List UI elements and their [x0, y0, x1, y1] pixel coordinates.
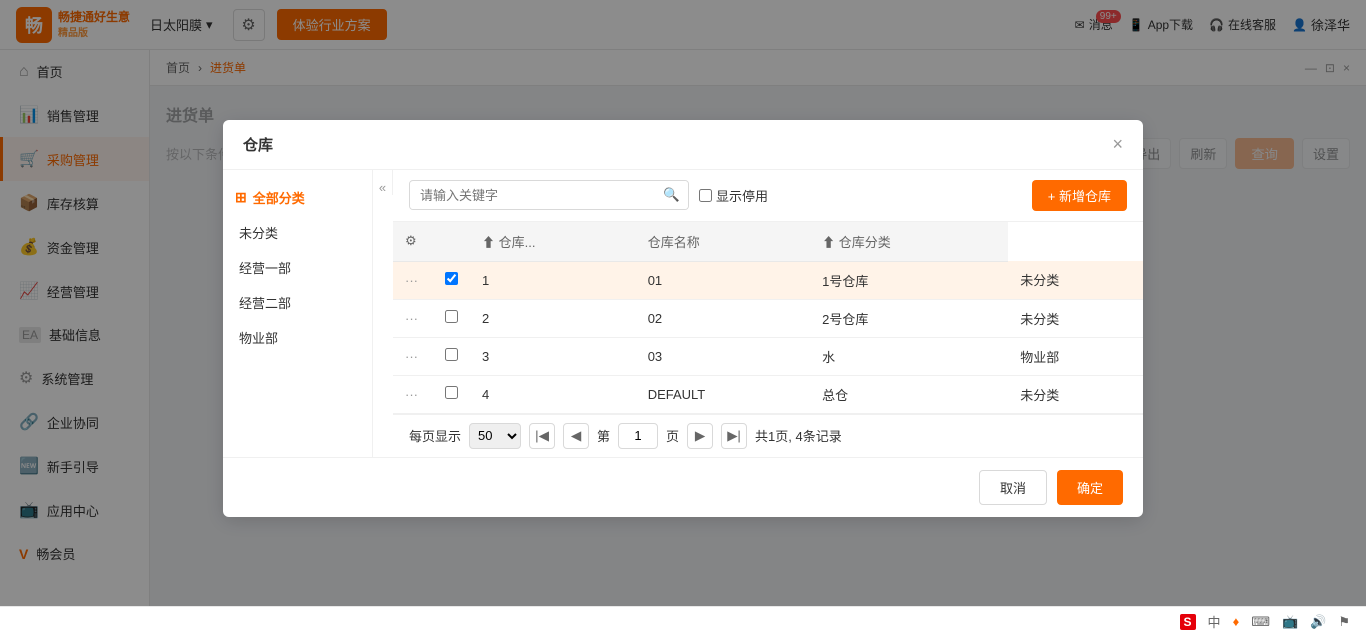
category-item-property[interactable]: 物业部	[223, 320, 372, 355]
category-sidebar: ⊞ 全部分类 未分类 经营一部 经营二部 物业部	[223, 170, 373, 457]
per-page-label: 每页显示	[409, 426, 461, 445]
next-page-btn[interactable]: ▶	[687, 423, 713, 449]
row-name: 1号仓库	[810, 261, 1008, 299]
table-row[interactable]: ··· 3 03 水 物业部	[393, 337, 1143, 375]
page-summary: 共1页, 4条记录	[755, 426, 842, 445]
row-category: 未分类	[1008, 375, 1143, 413]
modal-close-btn[interactable]: ×	[1112, 134, 1123, 155]
warehouse-table-wrap: ⚙ ⬆ 仓库... 仓库名称 ⬆	[393, 222, 1143, 414]
row-category: 物业部	[1008, 337, 1143, 375]
row-index: 1	[470, 261, 636, 299]
search-input[interactable]	[410, 182, 655, 209]
row-name: 2号仓库	[810, 299, 1008, 337]
row-index: 2	[470, 299, 636, 337]
row-checkbox[interactable]	[433, 337, 470, 375]
row-checkbox[interactable]	[433, 261, 470, 299]
row-actions[interactable]: ···	[393, 375, 433, 413]
col-gear: ⚙	[393, 222, 433, 262]
col-checkbox	[433, 222, 470, 262]
row-code: 03	[636, 337, 810, 375]
row-category: 未分类	[1008, 261, 1143, 299]
dot-icon: ♦	[1233, 614, 1240, 629]
row-code: 02	[636, 299, 810, 337]
modal-body: ⊞ 全部分类 未分类 经营一部 经营二部 物业部 « 🔍	[223, 170, 1143, 457]
search-box: 🔍	[409, 180, 689, 210]
row-category: 未分类	[1008, 299, 1143, 337]
row-actions[interactable]: ···	[393, 261, 433, 299]
confirm-btn[interactable]: 确定	[1057, 470, 1123, 505]
last-page-btn[interactable]: ▶|	[721, 423, 747, 449]
col-name[interactable]: 仓库名称	[636, 222, 810, 262]
modal-title: 仓库	[243, 134, 273, 155]
page-label: 第	[597, 426, 610, 445]
row-actions[interactable]: ···	[393, 299, 433, 337]
col-category[interactable]: ⬆ 仓库分类	[810, 222, 1008, 262]
row-checkbox[interactable]	[433, 375, 470, 413]
tv-icon[interactable]: 📺	[1282, 614, 1298, 630]
table-row[interactable]: ··· 1 01 1号仓库 未分类	[393, 261, 1143, 299]
cancel-btn[interactable]: 取消	[979, 470, 1047, 505]
per-page-select[interactable]: 50 100	[469, 423, 521, 449]
s-logo: S	[1180, 614, 1196, 630]
modal-main: 🔍 显示停用 + 新增仓库 ⚙	[393, 170, 1143, 457]
modal-header: 仓库 ×	[223, 120, 1143, 170]
page-input[interactable]	[618, 423, 658, 449]
row-index: 3	[470, 337, 636, 375]
modal-overlay: 仓库 × ⊞ 全部分类 未分类 经营一部 经营二部 物业部 «	[0, 0, 1366, 636]
row-name: 总仓	[810, 375, 1008, 413]
category-item-dept1[interactable]: 经营一部	[223, 250, 372, 285]
row-actions[interactable]: ···	[393, 337, 433, 375]
keyboard-icon[interactable]: ⌨	[1251, 614, 1270, 630]
row-code: DEFAULT	[636, 375, 810, 413]
show-disabled-label: 显示停用	[699, 186, 768, 205]
grid-icon: ⊞	[235, 189, 247, 206]
col-code[interactable]: ⬆ 仓库...	[470, 222, 636, 262]
modal-actions: 取消 确定	[223, 457, 1143, 517]
category-all[interactable]: ⊞ 全部分类	[223, 180, 372, 215]
lang-icon[interactable]: 中	[1208, 612, 1221, 631]
row-checkbox[interactable]	[433, 299, 470, 337]
prev-page-btn[interactable]: ◀	[563, 423, 589, 449]
warehouse-modal: 仓库 × ⊞ 全部分类 未分类 经营一部 经营二部 物业部 «	[223, 120, 1143, 517]
show-disabled-checkbox[interactable]	[699, 189, 712, 202]
collapse-btn[interactable]: «	[373, 170, 393, 195]
collapse-icon: «	[379, 180, 386, 195]
flag-icon[interactable]: ⚑	[1338, 614, 1350, 630]
first-page-btn[interactable]: |◀	[529, 423, 555, 449]
pagination-bar: 每页显示 50 100 |◀ ◀ 第 页 ▶ ▶| 共1页, 4条记录	[393, 414, 1143, 457]
statusbar: S 中 ♦ ⌨ 📺 🔊 ⚑	[0, 606, 1366, 636]
add-warehouse-btn[interactable]: + 新增仓库	[1032, 180, 1127, 211]
table-row[interactable]: ··· 4 DEFAULT 总仓 未分类	[393, 375, 1143, 413]
warehouse-table: ⚙ ⬆ 仓库... 仓库名称 ⬆	[393, 222, 1143, 414]
row-name: 水	[810, 337, 1008, 375]
table-row[interactable]: ··· 2 02 2号仓库 未分类	[393, 299, 1143, 337]
modal-toolbar: 🔍 显示停用 + 新增仓库	[393, 170, 1143, 222]
search-btn[interactable]: 🔍	[655, 181, 688, 209]
category-item-dept2[interactable]: 经营二部	[223, 285, 372, 320]
row-index: 4	[470, 375, 636, 413]
page-suffix: 页	[666, 426, 679, 445]
row-code: 01	[636, 261, 810, 299]
category-item-unclassified[interactable]: 未分类	[223, 215, 372, 250]
sound-icon[interactable]: 🔊	[1310, 614, 1326, 630]
